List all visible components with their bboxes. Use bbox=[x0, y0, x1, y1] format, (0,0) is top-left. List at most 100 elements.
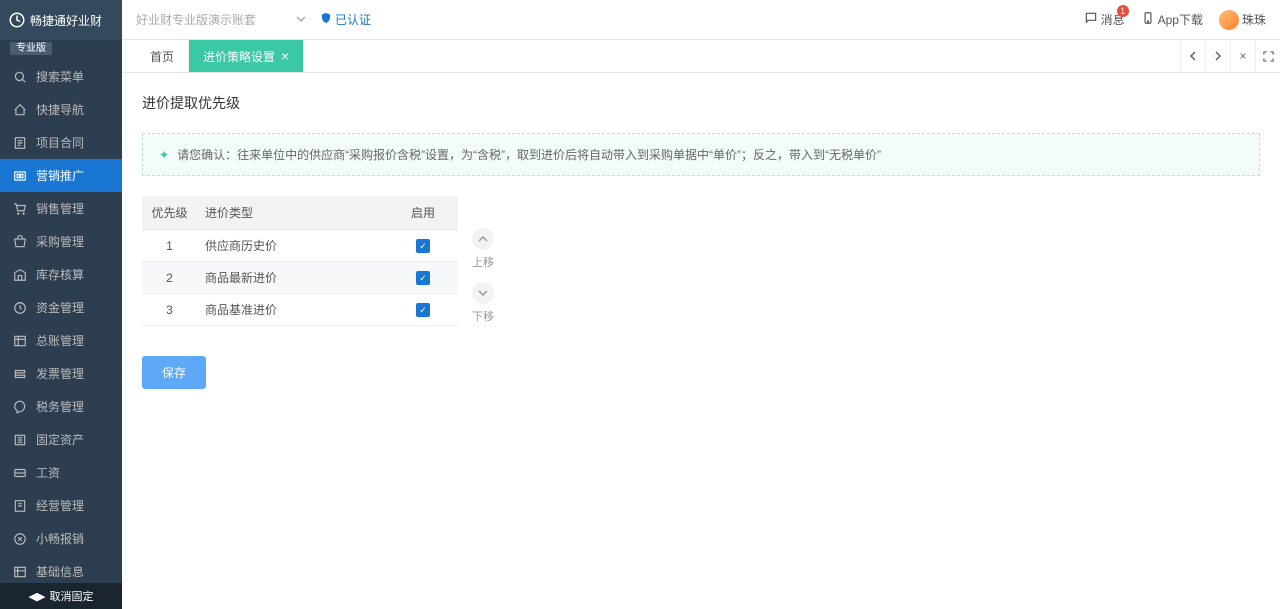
nav-icon bbox=[12, 366, 28, 382]
download-button[interactable]: App下载 bbox=[1141, 11, 1203, 28]
chevron-down-icon bbox=[472, 282, 494, 304]
nav-icon bbox=[12, 399, 28, 415]
sidebar-item-label: 库存核算 bbox=[36, 266, 84, 283]
col-enable: 启用 bbox=[388, 196, 458, 230]
table-row[interactable]: 1供应商历史价✓ bbox=[142, 230, 458, 262]
sidebar-item-label: 税务管理 bbox=[36, 398, 84, 415]
sidebar-item-label: 经营管理 bbox=[36, 497, 84, 514]
nav-icon bbox=[12, 135, 28, 151]
sidebar-item-10[interactable]: 税务管理 bbox=[0, 390, 122, 423]
checkbox[interactable]: ✓ bbox=[416, 303, 430, 317]
message-badge: 1 bbox=[1117, 5, 1129, 17]
sidebar-item-4[interactable]: 销售管理 bbox=[0, 192, 122, 225]
info-icon: ✦ bbox=[159, 148, 169, 162]
sidebar-item-label: 快捷导航 bbox=[36, 101, 84, 118]
top-header: 好业财专业版演示账套 已认证 消息 1 bbox=[122, 0, 1280, 40]
nav-icon bbox=[12, 531, 28, 547]
sidebar-item-1[interactable]: 快捷导航 bbox=[0, 93, 122, 126]
tab-close-all-button[interactable]: × bbox=[1230, 40, 1255, 72]
table-row[interactable]: 2商品最新进价 ✓ bbox=[142, 262, 458, 294]
nav-icon bbox=[12, 333, 28, 349]
sidebar-item-12[interactable]: 工资 bbox=[0, 456, 122, 489]
move-up-label: 上移 bbox=[472, 254, 494, 270]
avatar bbox=[1219, 10, 1239, 30]
sidebar-item-label: 发票管理 bbox=[36, 365, 84, 382]
nav-icon bbox=[12, 168, 28, 184]
sidebar-item-11[interactable]: 固定资产 bbox=[0, 423, 122, 456]
sidebar-item-5[interactable]: 采购管理 bbox=[0, 225, 122, 258]
checkbox[interactable]: ✓ bbox=[416, 239, 430, 253]
table-row[interactable]: 3商品基准进价 ✓ bbox=[142, 294, 458, 326]
sidebar-item-14[interactable]: 小畅报销 bbox=[0, 522, 122, 555]
tab-next-button[interactable] bbox=[1205, 40, 1230, 72]
account-select[interactable]: 好业财专业版演示账套 bbox=[136, 11, 306, 28]
col-priority: 优先级 bbox=[142, 196, 197, 230]
chevron-up-icon bbox=[472, 228, 494, 250]
main-area: 好业财专业版演示账套 已认证 消息 1 bbox=[122, 0, 1280, 609]
sidebar-item-7[interactable]: 资金管理 bbox=[0, 291, 122, 324]
logo-icon bbox=[8, 11, 26, 29]
move-down-label: 下移 bbox=[472, 308, 494, 324]
cell-type: 商品最新进价 bbox=[197, 262, 388, 294]
sidebar-item-3[interactable]: 营销推广 bbox=[0, 159, 122, 192]
nav-icon bbox=[12, 234, 28, 250]
cell-priority: 2 bbox=[142, 262, 197, 294]
sidebar-item-label: 项目合同 bbox=[36, 134, 84, 151]
sidebar-item-13[interactable]: 经营管理 bbox=[0, 489, 122, 522]
page-title: 进价提取优先级 bbox=[142, 93, 1260, 113]
nav-icon bbox=[12, 300, 28, 316]
sidebar-item-9[interactable]: 发票管理 bbox=[0, 357, 122, 390]
price-table: 优先级 进价类型 启用 1供应商历史价✓2商品最新进价✓3商品基准进价✓ bbox=[142, 196, 458, 326]
pin-icon: ◀▶ bbox=[29, 590, 46, 603]
move-up-button[interactable]: 上移 bbox=[472, 228, 494, 270]
nav-icon bbox=[12, 69, 28, 85]
tab-active-label: 进价策略设置 bbox=[203, 48, 275, 65]
logo-area: 畅捷通好业财 bbox=[0, 0, 122, 40]
sidebar-item-label: 采购管理 bbox=[36, 233, 84, 250]
nav-icon bbox=[12, 432, 28, 448]
nav-icon bbox=[12, 498, 28, 514]
save-button[interactable]: 保存 bbox=[142, 356, 206, 389]
user-menu[interactable]: 珠珠 bbox=[1219, 10, 1266, 30]
sidebar: 畅捷通好业财 专业版 搜索菜单快捷导航项目合同营销推广销售管理采购管理库存核算资… bbox=[0, 0, 122, 609]
sidebar-item-label: 小畅报销 bbox=[36, 530, 84, 547]
content: 进价提取优先级 ✦ 请您确认：往来单位中的供应商“采购报价含税”设置，为“含税”… bbox=[122, 73, 1280, 609]
close-icon[interactable]: × bbox=[281, 48, 289, 64]
cell-priority: 1 bbox=[142, 230, 197, 262]
cell-enable: ✓ bbox=[388, 230, 458, 262]
sidebar-item-8[interactable]: 总账管理 bbox=[0, 324, 122, 357]
info-box: ✦ 请您确认：往来单位中的供应商“采购报价含税”设置，为“含税”，取到进价后将自… bbox=[142, 133, 1260, 176]
verified-text: 已认证 bbox=[335, 11, 371, 28]
message-icon bbox=[1084, 11, 1098, 28]
tab-price-strategy[interactable]: 进价策略设置 × bbox=[189, 40, 304, 72]
sidebar-item-2[interactable]: 项目合同 bbox=[0, 126, 122, 159]
sidebar-item-label: 工资 bbox=[36, 464, 60, 481]
tab-prev-button[interactable] bbox=[1180, 40, 1205, 72]
cell-enable: ✓ bbox=[388, 262, 458, 294]
sidebar-item-label: 营销推广 bbox=[36, 167, 84, 184]
logo-text: 畅捷通好业财 bbox=[30, 12, 102, 29]
cancel-pin-label: 取消固定 bbox=[49, 588, 93, 604]
sidebar-item-label: 资金管理 bbox=[36, 299, 84, 316]
tab-controls: × bbox=[1180, 40, 1280, 72]
cell-type: 商品基准进价 bbox=[197, 294, 388, 326]
fullscreen-button[interactable] bbox=[1255, 40, 1280, 72]
chevron-down-icon bbox=[296, 13, 306, 27]
sidebar-item-0[interactable]: 搜索菜单 bbox=[0, 60, 122, 93]
logo-badge-row: 专业版 bbox=[0, 38, 122, 60]
message-button[interactable]: 消息 1 bbox=[1084, 11, 1125, 28]
move-down-button[interactable]: 下移 bbox=[472, 282, 494, 324]
sidebar-item-label: 搜索菜单 bbox=[36, 68, 84, 85]
info-text: 请您确认：往来单位中的供应商“采购报价含税”设置，为“含税”，取到进价后将自动带… bbox=[177, 146, 881, 163]
tab-home[interactable]: 首页 bbox=[136, 40, 189, 72]
sidebar-item-label: 固定资产 bbox=[36, 431, 84, 448]
nav-icon bbox=[12, 102, 28, 118]
cancel-pin-button[interactable]: ◀▶ 取消固定 bbox=[0, 583, 122, 609]
cell-enable: ✓ bbox=[388, 294, 458, 326]
nav-list: 搜索菜单快捷导航项目合同营销推广销售管理采购管理库存核算资金管理总账管理发票管理… bbox=[0, 60, 122, 583]
sidebar-item-6[interactable]: 库存核算 bbox=[0, 258, 122, 291]
cell-priority: 3 bbox=[142, 294, 197, 326]
verified-badge: 已认证 bbox=[320, 11, 371, 28]
sidebar-item-15[interactable]: 基础信息 bbox=[0, 555, 122, 583]
checkbox[interactable]: ✓ bbox=[416, 271, 430, 285]
